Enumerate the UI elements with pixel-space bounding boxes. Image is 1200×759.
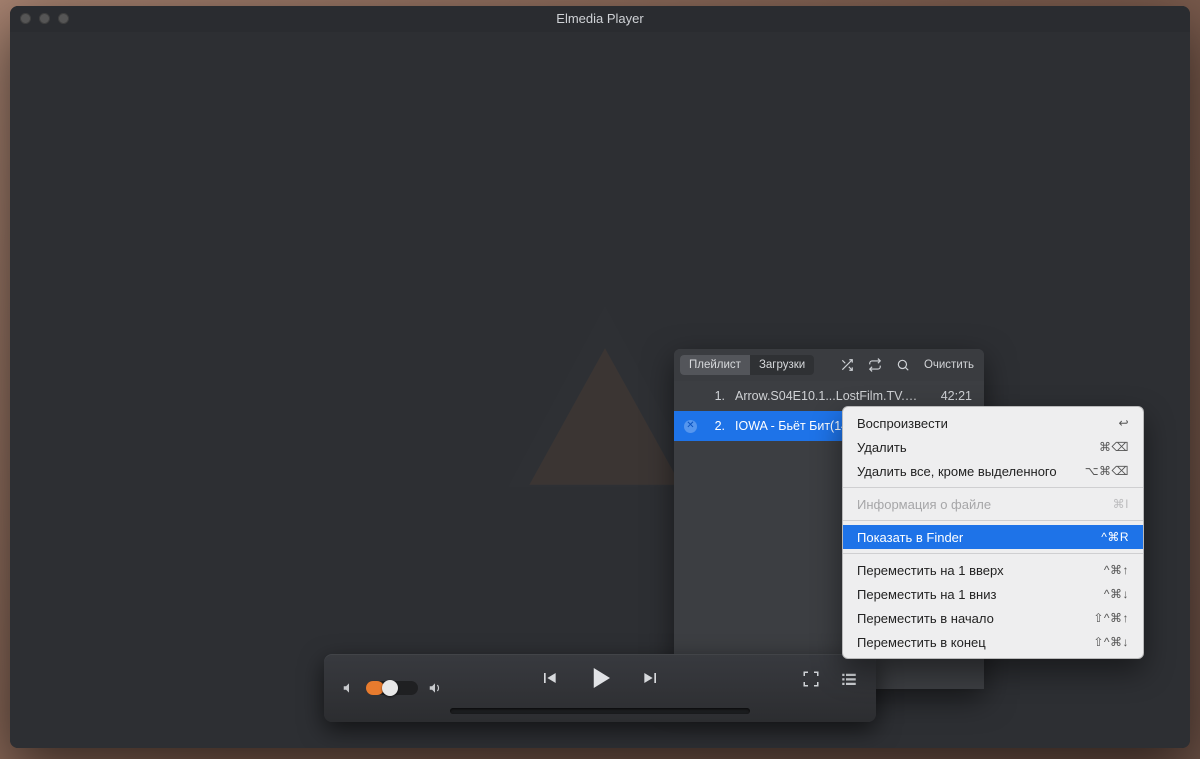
titlebar: Elmedia Player xyxy=(10,6,1190,33)
playlist-segmented: Плейлист Загрузки xyxy=(680,355,814,375)
volume-high-icon[interactable] xyxy=(428,681,442,695)
context-menu: Воспроизвести ↩ Удалить ⌘⌫ Удалить все, … xyxy=(842,406,1144,659)
menu-separator xyxy=(843,520,1143,521)
menu-item-show-in-finder[interactable]: Показать в Finder ^⌘R xyxy=(843,525,1143,549)
window-title: Elmedia Player xyxy=(10,11,1190,26)
row-number: 2. xyxy=(703,419,725,433)
prev-track-button[interactable] xyxy=(539,668,559,688)
play-button[interactable] xyxy=(585,663,615,693)
fullscreen-icon[interactable] xyxy=(802,670,820,688)
volume-low-icon[interactable] xyxy=(342,681,356,695)
menu-item-delete-others[interactable]: Удалить все, кроме выделенного ⌥⌘⌫ xyxy=(843,459,1143,483)
menu-item-move-up[interactable]: Переместить на 1 вверх ^⌘↑ xyxy=(843,558,1143,582)
remove-row-icon[interactable]: ✕ xyxy=(684,420,697,433)
desktop: Elmedia Player Плейлист Загрузки xyxy=(0,0,1200,759)
transport-bar xyxy=(324,654,876,722)
shuffle-icon[interactable] xyxy=(840,358,854,372)
row-duration: 42:21 xyxy=(926,389,972,403)
next-track-button[interactable] xyxy=(641,668,661,688)
row-name: Arrow.S04E10.1...LostFilm.TV.mkv xyxy=(735,389,926,403)
search-icon[interactable] xyxy=(896,358,910,372)
menu-separator xyxy=(843,553,1143,554)
repeat-icon[interactable] xyxy=(868,358,882,372)
volume-slider[interactable] xyxy=(366,681,418,695)
menu-item-play[interactable]: Воспроизвести ↩ xyxy=(843,411,1143,435)
clear-playlist-button[interactable]: Очистить xyxy=(924,359,974,371)
menu-item-delete[interactable]: Удалить ⌘⌫ xyxy=(843,435,1143,459)
menu-item-info: Информация о файле ⌘I xyxy=(843,492,1143,516)
menu-item-move-down[interactable]: Переместить на 1 вниз ^⌘↓ xyxy=(843,582,1143,606)
row-number: 1. xyxy=(703,389,725,403)
menu-item-move-bottom[interactable]: Переместить в конец ⇧^⌘↓ xyxy=(843,630,1143,654)
tab-downloads[interactable]: Загрузки xyxy=(750,355,814,375)
tab-playlist[interactable]: Плейлист xyxy=(680,355,750,375)
playlist-toggle-icon[interactable] xyxy=(840,670,858,688)
menu-item-move-top[interactable]: Переместить в начало ⇧^⌘↑ xyxy=(843,606,1143,630)
menu-separator xyxy=(843,487,1143,488)
playlist-tabbar: Плейлист Загрузки Очистить xyxy=(674,349,984,381)
progress-bar[interactable] xyxy=(450,708,750,714)
